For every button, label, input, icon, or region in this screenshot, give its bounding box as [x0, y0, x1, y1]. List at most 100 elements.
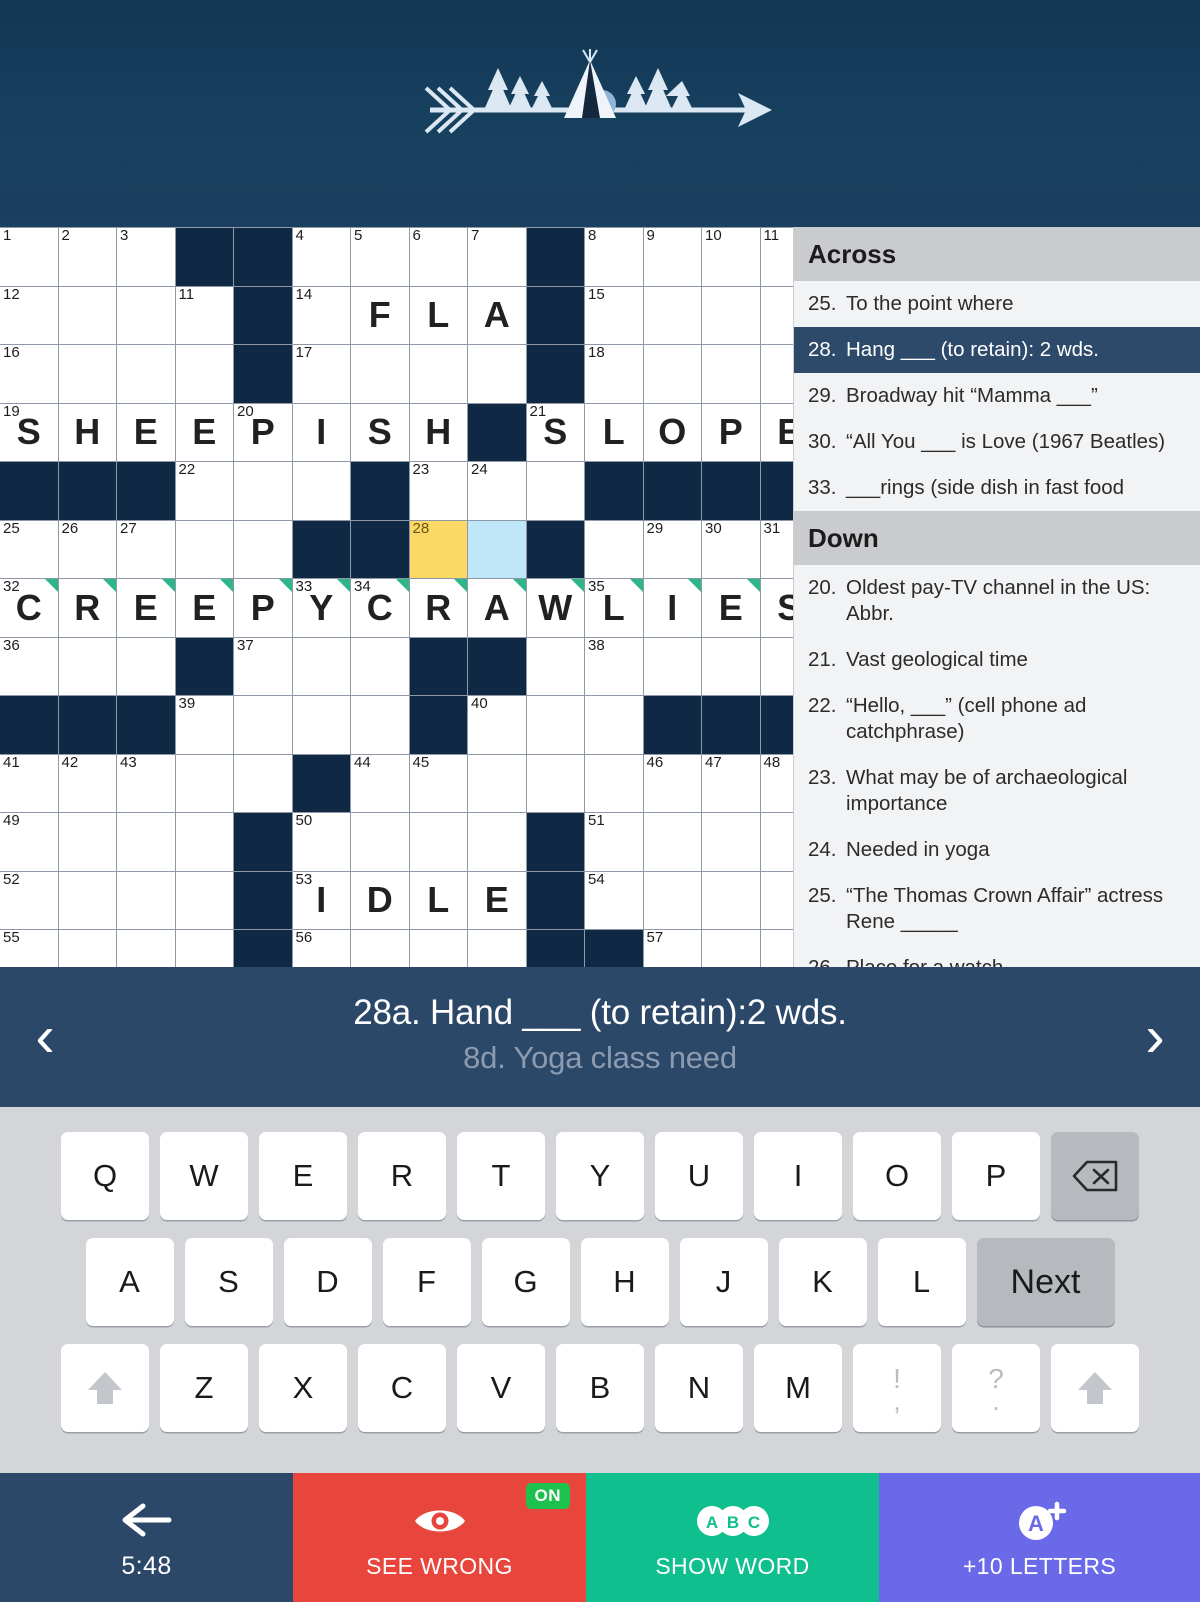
chevron-right-icon[interactable]: › — [1110, 1008, 1200, 1066]
grid-cell[interactable] — [351, 637, 409, 695]
key-v[interactable]: V — [457, 1344, 545, 1432]
on-screen-keyboard[interactable]: QWERTYUIOP A S D F G H J K L Next Z X C V B N M!,?. — [0, 1107, 1200, 1473]
key-z[interactable]: Z — [160, 1344, 248, 1432]
clue-item-across-29[interactable]: 29. Broadway hit “Mamma ___” — [794, 373, 1200, 419]
grid-cell[interactable] — [409, 813, 467, 871]
grid-cell[interactable]: I — [643, 579, 701, 637]
grid-cell[interactable]: 37 — [234, 637, 292, 695]
key-k[interactable]: K — [778, 1238, 867, 1326]
key-c[interactable]: C — [358, 1344, 446, 1432]
clue-item-down-21[interactable]: 21. Vast geological time — [794, 637, 1200, 683]
grid-cell[interactable]: P — [702, 403, 760, 461]
grid-cell[interactable]: W — [526, 579, 584, 637]
grid-cell[interactable]: 5 — [351, 228, 409, 286]
grid-cell[interactable]: 8 — [585, 228, 643, 286]
grid-cell[interactable] — [175, 813, 233, 871]
key-n[interactable]: N — [655, 1344, 743, 1432]
grid-cell[interactable]: E — [702, 579, 760, 637]
key-q[interactable]: Q — [61, 1132, 149, 1220]
grid-cell[interactable] — [175, 345, 233, 403]
key-y[interactable]: Y — [556, 1132, 644, 1220]
grid-cell[interactable]: H — [58, 403, 116, 461]
clue-list-panel[interactable]: Across 25. To the point where 28. Hang ___ … — [793, 227, 1200, 967]
grid-cell[interactable] — [234, 696, 292, 754]
grid-cell[interactable]: 39 — [175, 696, 233, 754]
grid-cell[interactable]: 42 — [58, 754, 116, 812]
grid-cell[interactable] — [702, 286, 760, 344]
grid-cell[interactable]: O — [643, 403, 701, 461]
grid-cell[interactable]: 2 — [58, 228, 116, 286]
grid-cell[interactable] — [58, 286, 116, 344]
grid-cell[interactable]: 35 L — [585, 579, 643, 637]
grid-cell[interactable]: 36 — [0, 637, 58, 695]
key-f[interactable]: F — [382, 1238, 471, 1326]
grid-cell[interactable]: 49 — [0, 813, 58, 871]
clue-item-across-33[interactable]: 33. ___rings (side dish in fast food — [794, 465, 1200, 511]
grid-cell[interactable] — [526, 696, 584, 754]
grid-cell[interactable]: 24 — [468, 462, 526, 520]
key-punct-exclaim-comma[interactable]: !, — [853, 1344, 941, 1432]
key-r[interactable]: R — [358, 1132, 446, 1220]
grid-cell[interactable]: 7 — [468, 228, 526, 286]
grid-cell[interactable] — [58, 637, 116, 695]
grid-cell[interactable] — [351, 345, 409, 403]
grid-cell[interactable]: 43 — [117, 754, 175, 812]
grid-cell[interactable]: 53 I — [292, 871, 350, 929]
key-b[interactable]: B — [556, 1344, 644, 1432]
down-clue-list[interactable]: 20. Oldest pay-TV channel in the US: Abbr… — [794, 565, 1200, 967]
grid-cell[interactable]: 28 — [409, 520, 467, 578]
grid-cell[interactable] — [643, 813, 701, 871]
keyboard-row-1[interactable]: QWERTYUIOP — [0, 1132, 1200, 1220]
grid-cell[interactable] — [702, 637, 760, 695]
key-t[interactable]: T — [457, 1132, 545, 1220]
grid-cell[interactable] — [585, 696, 643, 754]
grid-cell[interactable] — [643, 637, 701, 695]
grid-cell[interactable]: I — [292, 403, 350, 461]
grid-cell[interactable] — [58, 871, 116, 929]
grid-cell[interactable]: 6 — [409, 228, 467, 286]
grid-cell[interactable] — [234, 462, 292, 520]
grid-cell[interactable] — [351, 813, 409, 871]
grid-cell[interactable]: 40 — [468, 696, 526, 754]
grid-cell[interactable]: L — [585, 403, 643, 461]
key-d[interactable]: D — [283, 1238, 372, 1326]
show-word-button[interactable]: A B C SHOW WORD — [586, 1473, 879, 1602]
grid-cell[interactable] — [234, 754, 292, 812]
grid-cell[interactable]: P — [234, 579, 292, 637]
plus-letters-button[interactable]: A +10 LETTERS — [879, 1473, 1200, 1602]
grid-cell[interactable]: 44 — [351, 754, 409, 812]
grid-cell[interactable]: R — [58, 579, 116, 637]
crossword-grid[interactable]: 1 2 3 4 5 6 7 8 9 10 11 12 11 14 F L A 15 16 17 18 19 S H E E 20 P I… — [0, 227, 818, 988]
grid-cell[interactable]: 32 C — [0, 579, 58, 637]
grid-cell[interactable]: 25 — [0, 520, 58, 578]
grid-cell[interactable] — [468, 520, 526, 578]
grid-cell[interactable] — [702, 871, 760, 929]
clue-item-across-25[interactable]: 25. To the point where — [794, 281, 1200, 327]
grid-cell[interactable]: L — [409, 871, 467, 929]
grid-cell[interactable] — [643, 871, 701, 929]
grid-cell[interactable]: 50 — [292, 813, 350, 871]
grid-cell[interactable] — [58, 345, 116, 403]
bottom-toolbar[interactable]: 5:48 ON SEE WRONG A B C SHOW WORD A +10 … — [0, 1473, 1200, 1602]
grid-cell[interactable] — [117, 637, 175, 695]
grid-cell[interactable] — [117, 813, 175, 871]
key-a[interactable]: A — [85, 1238, 174, 1326]
grid-cell[interactable]: S — [351, 403, 409, 461]
grid-cell[interactable] — [234, 520, 292, 578]
grid-cell[interactable] — [175, 754, 233, 812]
grid-cell[interactable]: E — [117, 403, 175, 461]
grid-cell[interactable]: D — [351, 871, 409, 929]
grid-cell[interactable]: 4 — [292, 228, 350, 286]
grid-cell[interactable]: 54 — [585, 871, 643, 929]
key-i[interactable]: I — [754, 1132, 842, 1220]
shift-right-key[interactable] — [1051, 1344, 1139, 1432]
grid-cell[interactable] — [175, 520, 233, 578]
grid-cell[interactable]: 30 — [702, 520, 760, 578]
key-u[interactable]: U — [655, 1132, 743, 1220]
grid-cell[interactable]: 21 S — [526, 403, 584, 461]
key-l[interactable]: L — [877, 1238, 966, 1326]
grid-cell[interactable]: E — [468, 871, 526, 929]
grid-cell[interactable]: 20 P — [234, 403, 292, 461]
grid-cell[interactable] — [468, 813, 526, 871]
grid-cell[interactable] — [526, 462, 584, 520]
